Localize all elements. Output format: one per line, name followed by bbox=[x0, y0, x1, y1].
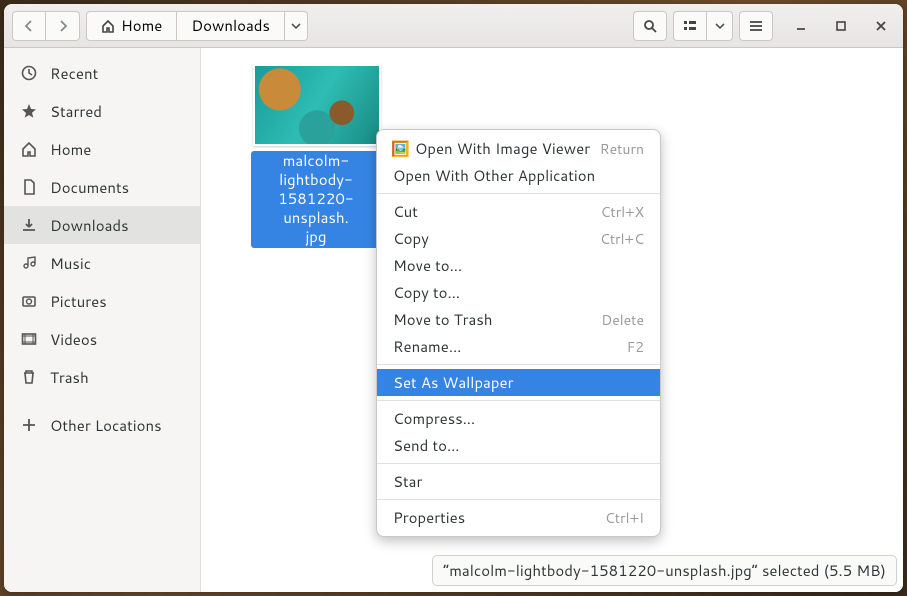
path-downloads-label: Downloads bbox=[191, 15, 270, 36]
sidebar-item-recent[interactable]: Recent bbox=[4, 54, 200, 92]
plus-icon bbox=[20, 418, 38, 432]
menu-open-image-viewer[interactable]: 🖼️Open With Image ViewerReturn bbox=[377, 135, 660, 162]
path-home-label: Home bbox=[121, 15, 162, 36]
file-thumbnail bbox=[253, 64, 381, 146]
sidebar-item-label: Trash bbox=[50, 367, 89, 388]
sidebar-item-home[interactable]: Home bbox=[4, 130, 200, 168]
search-button[interactable] bbox=[633, 11, 667, 41]
path-dropdown[interactable] bbox=[285, 11, 308, 41]
menu-separator bbox=[377, 499, 660, 500]
sidebar-item-label: Documents bbox=[50, 177, 129, 198]
menu-compress[interactable]: Compress… bbox=[377, 405, 660, 432]
titlebar: Home Downloads bbox=[4, 4, 903, 48]
hamburger-icon bbox=[749, 19, 763, 33]
sidebar-item-other-locations[interactable]: Other Locations bbox=[4, 406, 200, 444]
minimize-button[interactable] bbox=[787, 12, 815, 40]
path-home[interactable]: Home bbox=[86, 11, 177, 41]
view-options-button[interactable] bbox=[707, 11, 733, 41]
close-button[interactable] bbox=[867, 12, 895, 40]
menu-set-wallpaper[interactable]: Set As Wallpaper bbox=[377, 369, 660, 396]
image-viewer-icon: 🖼️ bbox=[391, 138, 411, 159]
sidebar-item-label: Videos bbox=[50, 329, 97, 350]
sidebar-item-label: Music bbox=[50, 253, 91, 274]
context-menu: 🖼️Open With Image ViewerReturn Open With… bbox=[376, 129, 661, 537]
menu-cut[interactable]: CutCtrl+X bbox=[377, 198, 660, 225]
downloads-icon bbox=[20, 217, 38, 233]
sidebar-item-videos[interactable]: Videos bbox=[4, 320, 200, 358]
menu-rename[interactable]: Rename…F2 bbox=[377, 333, 660, 360]
pictures-icon bbox=[20, 293, 38, 309]
sidebar-item-label: Other Locations bbox=[50, 415, 162, 436]
sidebar-item-pictures[interactable]: Pictures bbox=[4, 282, 200, 320]
view-mode-button[interactable] bbox=[673, 11, 707, 41]
sidebar-item-label: Starred bbox=[50, 101, 102, 122]
menu-properties[interactable]: PropertiesCtrl+I bbox=[377, 504, 660, 531]
sidebar-item-label: Home bbox=[50, 139, 91, 160]
documents-icon bbox=[20, 179, 38, 195]
trash-icon bbox=[20, 369, 38, 385]
chevron-down-icon bbox=[715, 21, 725, 31]
menu-separator bbox=[377, 400, 660, 401]
list-view-icon bbox=[683, 19, 697, 33]
chevron-down-icon bbox=[291, 21, 301, 31]
videos-icon bbox=[20, 331, 38, 347]
maximize-button[interactable] bbox=[827, 12, 855, 40]
menu-separator bbox=[377, 364, 660, 365]
back-button[interactable] bbox=[12, 11, 46, 41]
sidebar-item-downloads[interactable]: Downloads bbox=[4, 206, 200, 244]
status-text: “malcolm-lightbody-1581220-unsplash.jpg”… bbox=[443, 560, 886, 581]
music-icon bbox=[20, 255, 38, 271]
menu-move-trash[interactable]: Move to TrashDelete bbox=[377, 306, 660, 333]
star-icon bbox=[20, 103, 38, 119]
sidebar-item-label: Pictures bbox=[50, 291, 107, 312]
menu-star[interactable]: Star bbox=[377, 468, 660, 495]
path-downloads[interactable]: Downloads bbox=[177, 11, 285, 41]
hamburger-menu-button[interactable] bbox=[739, 11, 773, 41]
sidebar: Recent Starred Home Documents Downloads … bbox=[4, 48, 201, 592]
sidebar-item-documents[interactable]: Documents bbox=[4, 168, 200, 206]
sidebar-item-label: Downloads bbox=[50, 215, 129, 236]
file-manager-window: Home Downloads Recent Starred Home Do bbox=[4, 4, 903, 592]
menu-copy-to[interactable]: Copy to… bbox=[377, 279, 660, 306]
sidebar-item-trash[interactable]: Trash bbox=[4, 358, 200, 396]
status-bar: “malcolm-lightbody-1581220-unsplash.jpg”… bbox=[432, 555, 897, 586]
clock-icon bbox=[20, 65, 38, 81]
sidebar-item-music[interactable]: Music bbox=[4, 244, 200, 282]
menu-separator bbox=[377, 463, 660, 464]
menu-separator bbox=[377, 193, 660, 194]
menu-copy[interactable]: CopyCtrl+C bbox=[377, 225, 660, 252]
home-icon bbox=[20, 141, 38, 157]
home-icon bbox=[101, 19, 115, 33]
menu-move-to[interactable]: Move to… bbox=[377, 252, 660, 279]
path-bar: Home Downloads bbox=[86, 11, 308, 41]
forward-button[interactable] bbox=[46, 11, 80, 41]
sidebar-item-label: Recent bbox=[50, 63, 98, 84]
menu-open-other-app[interactable]: Open With Other Application bbox=[377, 162, 660, 189]
sidebar-item-starred[interactable]: Starred bbox=[4, 92, 200, 130]
search-icon bbox=[643, 19, 657, 33]
file-name: malcolm-lightbody-1581220-unsplash.jpg bbox=[251, 151, 381, 248]
file-item[interactable]: malcolm-lightbody-1581220-unsplash.jpg bbox=[251, 64, 383, 248]
menu-send-to[interactable]: Send to… bbox=[377, 432, 660, 459]
